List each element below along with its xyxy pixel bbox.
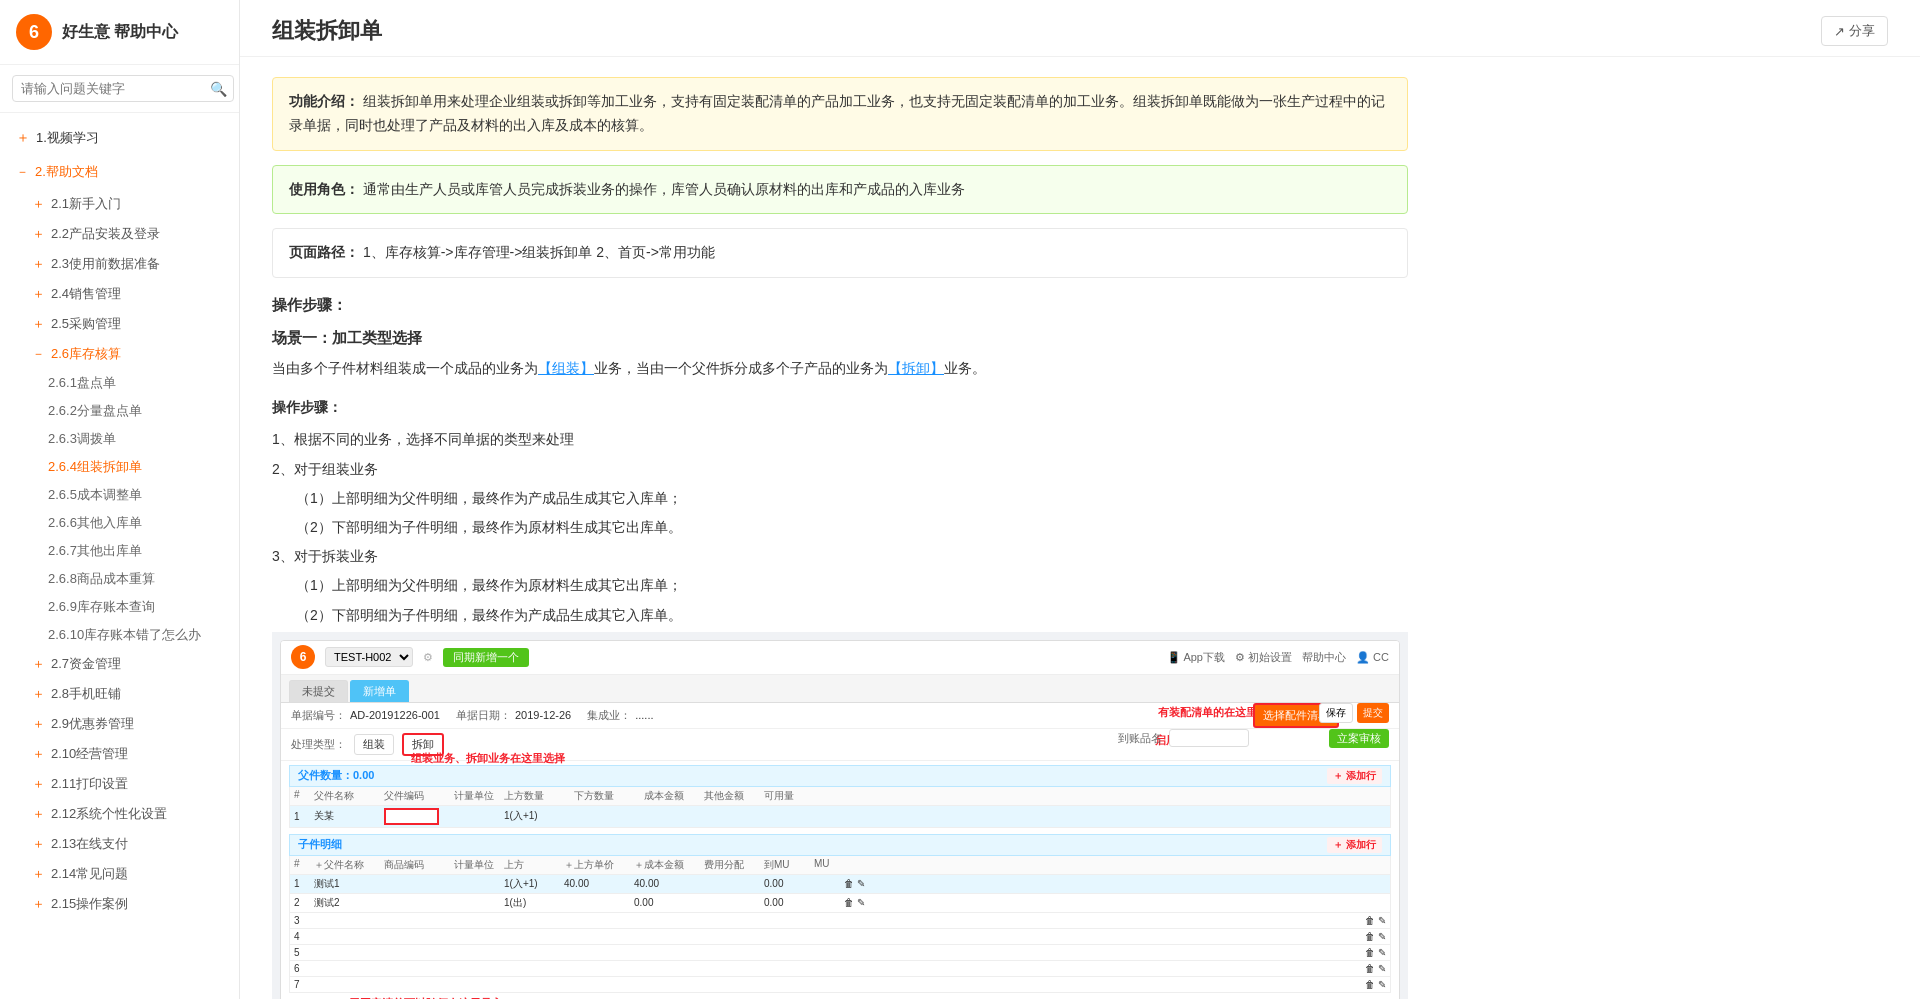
sidebar-item-2-6-10[interactable]: 2.6.10库存账本错了怎么办 [0,621,239,649]
function-intro-label: 功能介绍： [289,93,359,109]
step-3-2: （2）下部明细为子件明细，最终作为产成品生成其它入库单。 [296,603,1408,628]
zhuangzhuang-link[interactable]: 【组装】 [538,360,594,376]
mock-upper-code-input[interactable] [384,808,439,825]
sidebar-item-2-6-3[interactable]: 2.6.3调拨单 [0,425,239,453]
sidebar-item-install[interactable]: ＋ 2.2产品安装及登录 [0,219,239,249]
mock-lower-row-1: 1 测试1 1(入+1) 40.00 40.00 0.00 🗑 ✎ [289,875,1391,894]
sidebar-item-newbie[interactable]: ＋ 2.1新手入门 [0,189,239,219]
mock-tab-new[interactable]: 新增单 [350,680,409,702]
sidebar-item-2-6-9[interactable]: 2.6.9库存账本查询 [0,593,239,621]
sidebar-item-video[interactable]: ＋ 1.视频学习 [0,121,239,155]
mock-account-input[interactable] [1169,729,1249,747]
step-1: 1、根据不同的业务，选择不同单据的类型来处理 [272,427,1408,452]
mock-action-btn2[interactable]: 提交 [1357,703,1389,723]
mock-upper-table-header: # 父件名称 父件编码 计量单位 上方数量 下方数量 成本金额 其他金额 可用量 [289,787,1391,806]
sidebar-item-2-6-5[interactable]: 2.6.5成本调整单 [0,481,239,509]
search-icon[interactable]: 🔍 [210,81,227,97]
chaijue-link[interactable]: 【拆卸】 [888,360,944,376]
share-button[interactable]: ↗ 分享 [1821,16,1888,46]
mock-lower-row-7: 7 🗑 ✎ [289,977,1391,993]
sidebar-item-purchase[interactable]: ＋ 2.5采购管理 [0,309,239,339]
search-input[interactable] [12,75,234,102]
sidebar-item-ops[interactable]: ＋ 2.10经营管理 [0,739,239,769]
role-text: 通常由生产人员或库管人员完成拆装业务的操作，库管人员确认原材料的出库和产成品的入… [363,181,965,197]
mock-logo: 6 [291,645,315,669]
sidebar-item-coupon[interactable]: ＋ 2.9优惠券管理 [0,709,239,739]
mock-tabs: 未提交 新增单 [281,675,1399,703]
collapse-icon: － [16,163,29,181]
sidebar-item-2-6-2[interactable]: 2.6.2分量盘点单 [0,397,239,425]
step-3: 3、对于拆装业务 [272,544,1408,569]
sidebar-item-2-6-7[interactable]: 2.6.7其他出库单 [0,537,239,565]
steps-title: 操作步骤： [272,296,1408,315]
mock-upper-row-1: 1 关某 1(入+1) [289,806,1391,828]
steps-intro-label: 操作步骤： [272,399,1408,417]
sidebar-item-2-6-1[interactable]: 2.6.1盘点单 [0,369,239,397]
mock-lower-section: 子件明细 ＋ 添加行 # ＋父件名称 商品编码 计量单位 上方 ＋上方单价 ＋成… [289,834,1391,993]
sidebar-item-payment[interactable]: ＋ 2.13在线支付 [0,829,239,859]
step-3-1: （1）上部明细为父件明细，最终作为原材料生成其它出库单； [296,573,1408,598]
step-2: 2、对于组装业务 [272,457,1408,482]
mock-new-btn[interactable]: 同期新增一个 [443,648,529,667]
sidebar-item-finance[interactable]: ＋ 2.7资金管理 [0,649,239,679]
mock-type-row: 处理类型： 组装 拆卸 组装业务、拆卸业务在这里选择 启用处理 到账品名 立案审… [281,729,1399,761]
function-intro-block: 功能介绍： 组装拆卸单用来处理企业组装或拆卸等加工业务，支持有固定装配清单的产品… [272,77,1408,151]
role-label: 使用角色： [289,181,359,197]
share-icon: ↗ [1834,24,1845,39]
mock-upper-header: 父件数量：0.00 ＋ 添加行 [289,765,1391,787]
search-area: 🔍 [0,65,239,113]
mock-lower-row-6: 6 🗑 ✎ [289,961,1391,977]
app-name: 好生意 帮助中心 [62,22,178,43]
role-block: 使用角色： 通常由生产人员或库管人员完成拆装业务的操作，库管人员确认原材料的出库… [272,165,1408,215]
path-text: 1、库存核算->库存管理->组装拆卸单 2、首页->常用功能 [363,244,715,260]
sidebar-item-mobile[interactable]: ＋ 2.8手机旺铺 [0,679,239,709]
mock-confirm-btn[interactable]: 立案审核 [1329,729,1389,748]
mock-action-btn1[interactable]: 保存 [1319,703,1353,723]
scenario1-desc: 当由多个子件材料组装成一个成品的业务为【组装】业务，当由一个父件拆分成多个子产品… [272,356,1408,381]
sidebar-item-personalize[interactable]: ＋ 2.12系统个性化设置 [0,799,239,829]
header-bar: 组装拆卸单 ↗ 分享 [240,0,1920,57]
nav-list: ＋ 1.视频学习 － 2.帮助文档 ＋ 2.1新手入门 ＋ 2.2产品安装及登录… [0,113,239,999]
mock-lower-row-4: 4 🗑 ✎ [289,929,1391,945]
mock-lower-row-2: 2 测试2 1(出) 0.00 0.00 🗑 ✎ [289,894,1391,913]
logo-area: 6 好生意 帮助中心 [0,0,239,65]
content-body: 功能介绍： 组装拆卸单用来处理企业组装或拆卸等加工业务，支持有固定装配清单的产品… [240,57,1440,999]
sidebar-item-inventory[interactable]: － 2.6库存核算 [0,339,239,369]
mock-lower-header: 子件明细 ＋ 添加行 [289,834,1391,856]
sidebar-item-data[interactable]: ＋ 2.3使用前数据准备 [0,249,239,279]
mock-company-select[interactable]: TEST-H002 [325,647,413,667]
expand-icon: ＋ [16,129,30,147]
step-2-2: （2）下部明细为子件明细，最终作为原材料生成其它出库单。 [296,515,1408,540]
function-intro-text: 组装拆卸单用来处理企业组装或拆卸等加工业务，支持有固定装配清单的产品加工业务，也… [289,93,1385,133]
mock-tab-uncommit[interactable]: 未提交 [289,680,348,702]
sidebar-item-print[interactable]: ＋ 2.11打印设置 [0,769,239,799]
sidebar-item-faq[interactable]: ＋ 2.14常见问题 [0,859,239,889]
sidebar-item-sales[interactable]: ＋ 2.4销售管理 [0,279,239,309]
path-block: 页面路径： 1、库存核算->库存管理->组装拆卸单 2、首页->常用功能 [272,228,1408,278]
page-title: 组装拆卸单 [272,16,382,46]
mock-lower-row-3: 3 🗑 ✎ [289,913,1391,929]
sidebar-item-2-6-6[interactable]: 2.6.6其他入库单 [0,509,239,537]
mock-form-header: 单据编号： AD-20191226-001 单据日期： 2019-12-26 集… [281,703,1399,729]
main-content: 组装拆卸单 ↗ 分享 功能介绍： 组装拆卸单用来处理企业组装或拆卸等加工业务，支… [240,0,1920,999]
scenario1-title: 场景一：加工类型选择 [272,329,1408,348]
steps-list: 1、根据不同的业务，选择不同单据的类型来处理 2、对于组装业务 （1）上部明细为… [272,427,1408,627]
path-label: 页面路径： [289,244,359,260]
sidebar-item-2-6-8[interactable]: 2.6.8商品成本重算 [0,565,239,593]
sidebar-item-docs[interactable]: － 2.帮助文档 [0,155,239,189]
sidebar: 6 好生意 帮助中心 🔍 ＋ 1.视频学习 － 2.帮助文档 ＋ 2.1新手入门… [0,0,240,999]
annotation-type: 组装业务、拆卸业务在这里选择 [411,751,565,766]
mock-lower-row-5: 5 🗑 ✎ [289,945,1391,961]
mock-lower-table-header: # ＋父件名称 商品编码 计量单位 上方 ＋上方单价 ＋成本金额 费用分配 到M… [289,856,1391,875]
sidebar-item-cases[interactable]: ＋ 2.15操作案例 [0,889,239,919]
step-2-1: （1）上部明细为父件明细，最终作为产成品生成其它入库单； [296,486,1408,511]
mock-upper-section: 父件数量：0.00 ＋ 添加行 # 父件名称 父件编码 计量单位 上方数量 下方… [289,765,1391,828]
screenshot-container: 6 TEST-H002 ⚙ 同期新增一个 📱 App下载 ⚙ 初始设置 帮助中心… [272,632,1408,999]
sidebar-item-2-6-4[interactable]: 2.6.4组装拆卸单 [0,453,239,481]
app-logo: 6 [16,14,52,50]
